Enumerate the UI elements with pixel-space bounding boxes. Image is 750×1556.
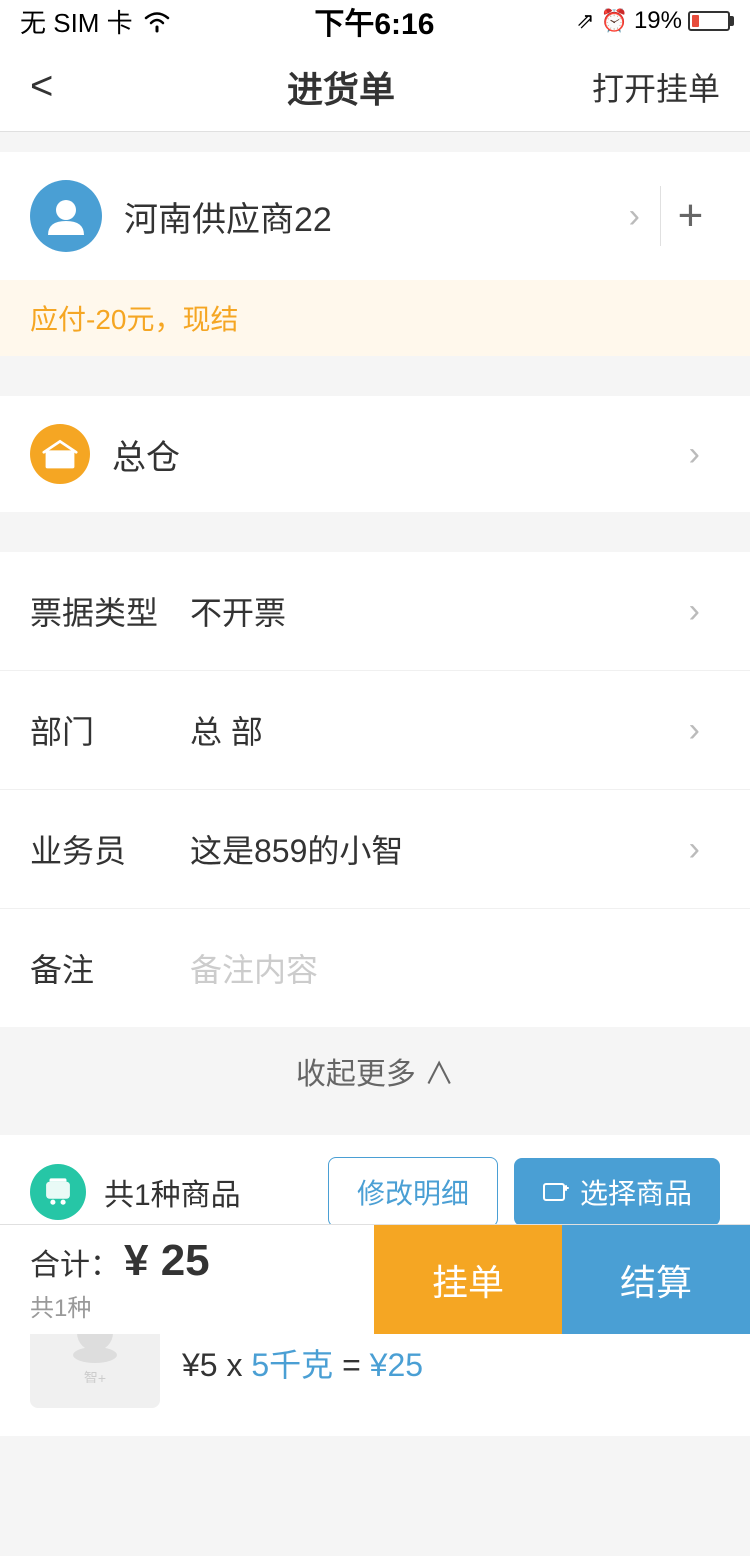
total-count: 共1种: [30, 1288, 344, 1323]
total-amount: ¥ 25: [124, 1236, 210, 1286]
warehouse-name: 总仓: [112, 430, 689, 479]
gap4: [0, 1115, 750, 1135]
select-product-icon: [542, 1178, 570, 1206]
warehouse-icon: [30, 424, 90, 484]
remark-label: 备注: [30, 945, 170, 991]
battery-text: 19%: [634, 7, 682, 35]
product-quantity: 5千克: [251, 1347, 333, 1383]
nav-bar: < 进货单 打开挂单: [0, 42, 750, 132]
total-label: 合计：: [30, 1240, 120, 1284]
warehouse-chevron-icon: ›: [689, 435, 700, 474]
ticket-type-row[interactable]: 票据类型 不开票 ›: [0, 552, 750, 671]
alarm-icon: ⏰: [601, 8, 628, 34]
remark-input[interactable]: 备注内容: [190, 945, 720, 991]
supplier-chevron-icon: ›: [629, 197, 640, 236]
products-icon: [30, 1164, 86, 1220]
department-value: 总 部: [190, 707, 689, 753]
gap1: [0, 132, 750, 152]
gap3: [0, 512, 750, 532]
bottom-padding: [0, 1436, 750, 1556]
select-product-label: 选择商品: [580, 1172, 692, 1212]
products-count: 共1种商品: [104, 1170, 328, 1214]
battery-fill: [692, 15, 699, 27]
gap2: [0, 356, 750, 376]
supplier-section: 河南供应商22 › + 应付-20元，现结: [0, 152, 750, 356]
price-sep: x: [226, 1347, 251, 1383]
back-button[interactable]: <: [30, 64, 90, 109]
battery-icon: [688, 11, 730, 31]
warehouse-svg: [42, 436, 78, 472]
status-time: 下午6:16: [314, 0, 434, 43]
wifi-icon: [141, 9, 173, 33]
collapse-bar[interactable]: 收起更多 ∧: [0, 1027, 750, 1115]
open-suspend-button[interactable]: 打开挂单: [592, 64, 720, 110]
select-product-button[interactable]: 选择商品: [514, 1158, 720, 1226]
department-label: 部门: [30, 707, 170, 753]
ticket-type-value: 不开票: [190, 588, 689, 634]
salesman-row[interactable]: 业务员 这是859的小智 ›: [0, 790, 750, 909]
salesman-value: 这是859的小智: [190, 826, 689, 872]
location-icon: ⇗: [576, 8, 594, 34]
salesman-chevron-icon: ›: [689, 830, 700, 869]
warehouse-row[interactable]: 总仓 ›: [0, 396, 750, 512]
ticket-type-chevron-icon: ›: [689, 592, 700, 631]
department-chevron-icon: ›: [689, 711, 700, 750]
supplier-notice: 应付-20元，现结: [0, 280, 750, 356]
supplier-avatar: [30, 180, 102, 252]
department-row[interactable]: 部门 总 部 ›: [0, 671, 750, 790]
cart-svg: [41, 1175, 75, 1209]
carrier-text: 无 SIM 卡: [20, 3, 133, 40]
checkout-button[interactable]: 结算: [562, 1225, 750, 1334]
product-price: ¥5 x 5千克 = ¥25: [182, 1340, 674, 1386]
avatar-icon: [43, 193, 89, 239]
status-carrier: 无 SIM 卡: [20, 3, 173, 40]
product-total: ¥25: [370, 1347, 423, 1383]
price-unit: ¥5: [182, 1347, 218, 1383]
suspend-button[interactable]: 挂单: [374, 1225, 562, 1334]
supplier-row[interactable]: 河南供应商22 › +: [0, 152, 750, 280]
remark-row[interactable]: 备注 备注内容: [0, 909, 750, 1027]
form-section: 票据类型 不开票 › 部门 总 部 › 业务员 这是859的小智 › 备注 备注…: [0, 552, 750, 1027]
supplier-name: 河南供应商22: [124, 192, 629, 241]
svg-text:智+: 智+: [84, 1370, 106, 1383]
total-area: 合计： ¥ 25 共1种: [0, 1225, 374, 1334]
status-right-area: ⇗ ⏰ 19%: [576, 7, 730, 35]
equals-sign: =: [342, 1347, 370, 1383]
bottom-bar: 合计： ¥ 25 共1种 挂单 结算: [0, 1224, 750, 1334]
salesman-label: 业务员: [30, 826, 170, 872]
modify-detail-button[interactable]: 修改明细: [328, 1157, 498, 1227]
add-supplier-button[interactable]: +: [660, 186, 720, 246]
page-title: 进货单: [287, 61, 395, 113]
ticket-type-label: 票据类型: [30, 588, 170, 634]
status-bar: 无 SIM 卡 下午6:16 ⇗ ⏰ 19%: [0, 0, 750, 42]
warehouse-section: 总仓 ›: [0, 396, 750, 512]
